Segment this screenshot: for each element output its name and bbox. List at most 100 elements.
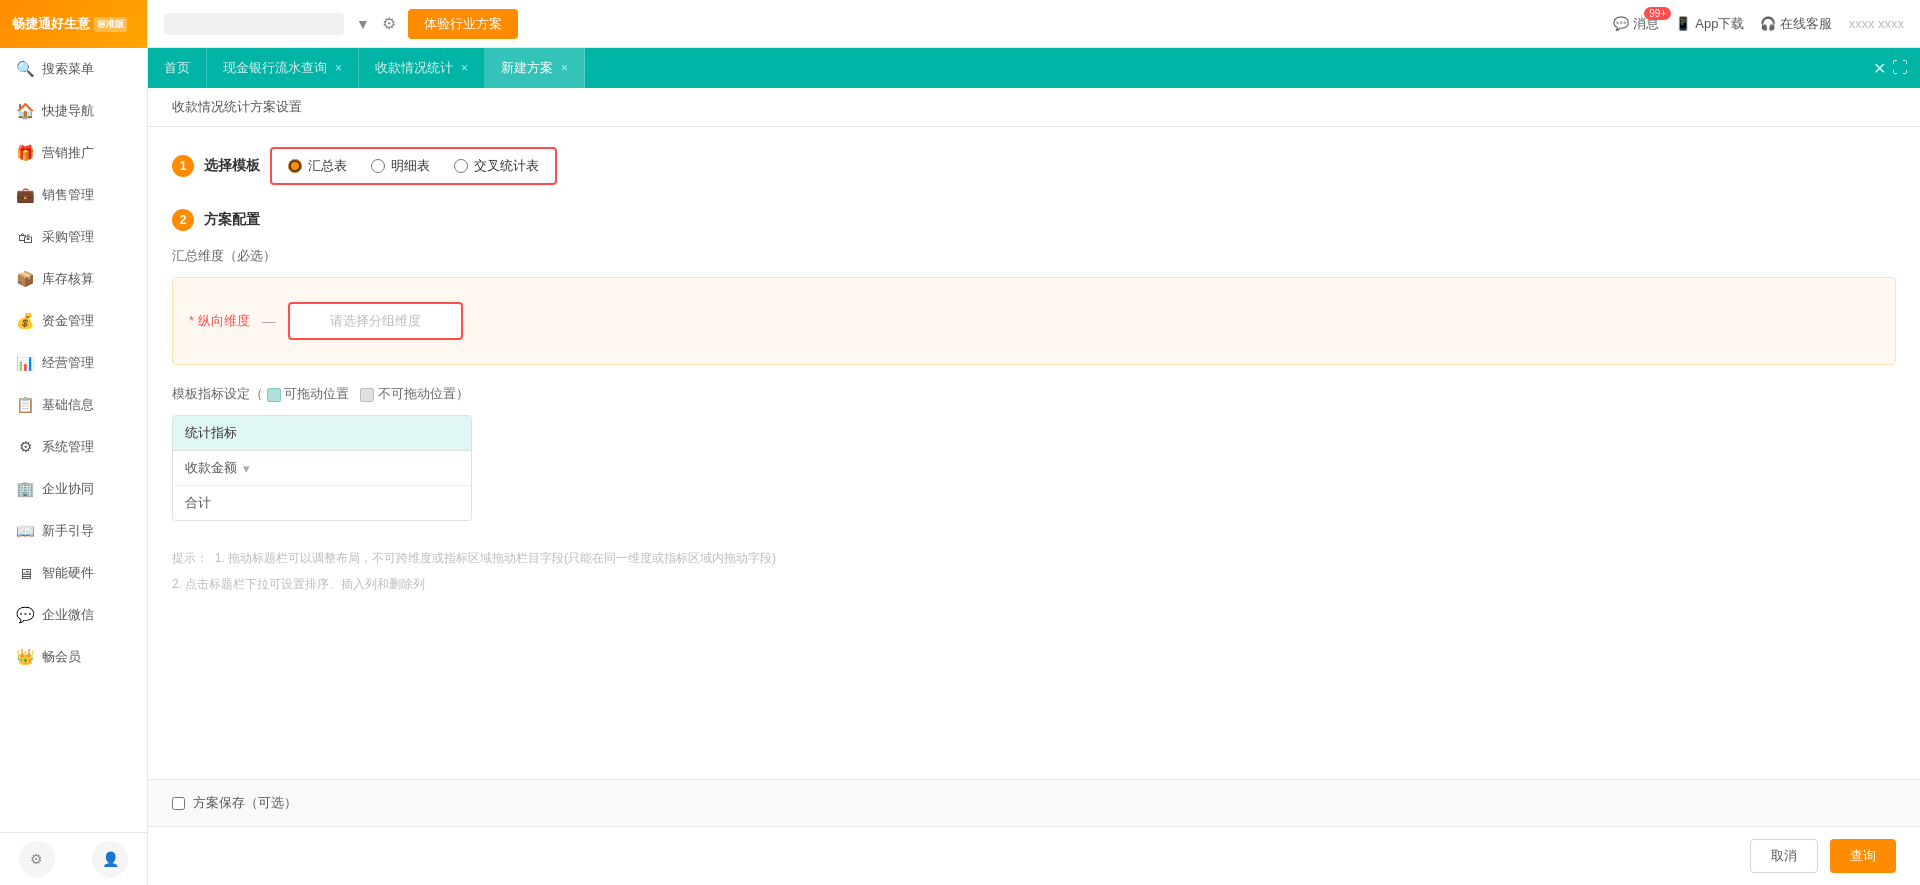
cancel-button[interactable]: 取消 <box>1750 839 1818 873</box>
non-draggable-hint-box <box>360 388 374 402</box>
sidebar-label-quick-nav: 快捷导航 <box>42 102 94 120</box>
content-area: 收款情况统计方案设置 1 选择模板 汇总表 明细表 交叉统计表 2 方案配置 汇总维… <box>148 88 1920 826</box>
topbar-dropdown-btn[interactable]: ▼ <box>356 16 370 32</box>
radio-label-detail: 明细表 <box>391 157 430 175</box>
logo-text: 畅捷通好生意 <box>12 15 90 33</box>
metrics-row-dropdown-icon[interactable]: ▾ <box>243 461 250 476</box>
topbar-right: 💬 消息 99+ 📱 App下载 🎧 在线客服 xxxx xxxx <box>1613 15 1904 33</box>
radio-item-summary[interactable]: 汇总表 <box>288 157 347 175</box>
radio-summary[interactable] <box>288 159 302 173</box>
tips-title: 提示： 1. 拖动标题栏可以调整布局，不可跨维度或指标区域拖动栏目字段(只能在同… <box>172 548 1896 570</box>
sidebar-label-marketing: 营销推广 <box>42 144 94 162</box>
sidebar-icon-marketing: 🎁 <box>16 144 34 162</box>
radio-cross[interactable] <box>454 159 468 173</box>
dimension-row: * 纵向维度 — 请选择分组维度 <box>189 302 1879 340</box>
search-input[interactable] <box>164 13 344 35</box>
sidebar-item-search-menu[interactable]: 🔍 搜索菜单 <box>0 48 147 90</box>
sidebar-bottom-btn-1[interactable]: ⚙ <box>19 841 55 877</box>
sidebar-icon-hardware: 🖥 <box>16 564 34 582</box>
sidebar-nav: 🔍 搜索菜单 🏠 快捷导航 🎁 营销推广 💼销售管理🛍采购管理 📦 库存核算 💰资金管理📊经营管理… <box>0 48 147 832</box>
tab-bank-flow[interactable]: 现金银行流水查询× <box>207 48 359 88</box>
message-btn[interactable]: 💬 消息 99+ <box>1613 15 1659 33</box>
sidebar-label-sales: 销售管理 <box>42 186 94 204</box>
template-radio-group: 汇总表 明细表 交叉统计表 <box>270 147 557 185</box>
sidebar-item-quick-nav[interactable]: 🏠 快捷导航 <box>0 90 147 132</box>
metrics-header: 模板指标设定（ 可拖动位置 不可拖动位置） <box>172 385 1896 403</box>
service-btn[interactable]: 🎧 在线客服 <box>1760 15 1832 33</box>
sidebar-item-member[interactable]: 👑 畅会员 <box>0 636 147 678</box>
sidebar-label-enterprise: 企业协同 <box>42 480 94 498</box>
maximize-icon[interactable]: ⛶ <box>1892 59 1908 77</box>
sidebar-item-hardware[interactable]: 🖥 智能硬件 <box>0 552 147 594</box>
dimension-config: 汇总维度（必选） * 纵向维度 — 请选择分组维度 <box>172 247 1896 365</box>
sidebar-item-operations[interactable]: 📊经营管理 <box>0 342 147 384</box>
save-label: 方案保存（可选） <box>193 794 297 812</box>
sidebar-label-wechat: 企业微信 <box>42 606 94 624</box>
app-download-btn[interactable]: 📱 App下载 <box>1675 15 1744 33</box>
step2-number: 2 <box>172 209 194 231</box>
sidebar-item-guide[interactable]: 📖新手引导 <box>0 510 147 552</box>
step1-section: 1 选择模板 汇总表 明细表 交叉统计表 <box>172 147 1896 185</box>
step1-title: 选择模板 <box>204 157 260 175</box>
breadcrumb: 收款情况统计方案设置 <box>148 88 1920 127</box>
sidebar-label-basic-info: 基础信息 <box>42 396 94 414</box>
vertical-dimension-label: * 纵向维度 <box>189 312 250 330</box>
sidebar-item-sales[interactable]: 💼销售管理 <box>0 174 147 216</box>
sidebar-item-finance[interactable]: 💰资金管理 <box>0 300 147 342</box>
sidebar-icon-inventory: 📦 <box>16 270 34 288</box>
tab-close-bank-flow[interactable]: × <box>335 61 342 75</box>
sidebar-item-system[interactable]: ⚙系统管理 <box>0 426 147 468</box>
sidebar-item-wechat[interactable]: 💬 企业微信 <box>0 594 147 636</box>
sidebar-icon-enterprise: 🏢 <box>16 480 34 498</box>
dimension-area: * 纵向维度 — 请选择分组维度 <box>172 277 1896 365</box>
sidebar-icon-search-menu: 🔍 <box>16 60 34 78</box>
tab-close-collection-stats[interactable]: × <box>461 61 468 75</box>
sidebar-icon-guide: 📖 <box>16 522 34 540</box>
step2-title: 方案配置 <box>204 211 260 229</box>
gear-icon[interactable]: ⚙ <box>382 14 396 33</box>
tab-home[interactable]: 首页 <box>148 48 207 88</box>
close-window-icon[interactable]: ✕ <box>1873 59 1886 78</box>
dimension-select[interactable]: 请选择分组维度 <box>288 302 463 340</box>
sidebar-label-hardware: 智能硬件 <box>42 564 94 582</box>
tab-new-plan[interactable]: 新建方案 × <box>485 48 585 88</box>
metrics-row: 收款金额 ▾ <box>173 451 471 486</box>
sidebar-item-inventory[interactable]: 📦 库存核算 <box>0 258 147 300</box>
step2-header: 2 方案配置 <box>172 209 1896 231</box>
sidebar-item-basic-info[interactable]: 📋基础信息 <box>0 384 147 426</box>
sidebar-icon-member: 👑 <box>16 648 34 666</box>
tab-collection-stats[interactable]: 收款情况统计× <box>359 48 485 88</box>
sidebar-icon-quick-nav: 🏠 <box>16 102 34 120</box>
radio-item-cross[interactable]: 交叉统计表 <box>454 157 539 175</box>
step1-number: 1 <box>172 155 194 177</box>
sidebar-icon-operations: 📊 <box>16 354 34 372</box>
save-section: 方案保存（可选） <box>148 779 1920 826</box>
sidebar-icon-purchase: 🛍 <box>16 228 34 246</box>
app-icon: 📱 <box>1675 16 1691 31</box>
tab-close-new-plan[interactable]: × <box>561 61 568 75</box>
tips-section: 提示： 1. 拖动标题栏可以调整布局，不可跨维度或指标区域拖动栏目字段(只能在同… <box>172 548 1896 595</box>
message-badge: 99+ <box>1644 7 1671 20</box>
main-area: ▼ ⚙ 体验行业方案 💬 消息 99+ 📱 App下载 🎧 在线客服 xxxx … <box>148 0 1920 885</box>
trial-btn[interactable]: 体验行业方案 <box>408 9 518 39</box>
sidebar-label-search-menu: 搜索菜单 <box>42 60 94 78</box>
sidebar-item-purchase[interactable]: 🛍采购管理 <box>0 216 147 258</box>
dimension-arrow: — <box>262 313 276 329</box>
sidebar-label-member: 畅会员 <box>42 648 81 666</box>
logo-tag: 标准版 <box>94 17 127 32</box>
sidebar-item-enterprise[interactable]: 🏢 企业协同 <box>0 468 147 510</box>
radio-item-detail[interactable]: 明细表 <box>371 157 430 175</box>
metrics-section: 模板指标设定（ 可拖动位置 不可拖动位置） 统计指标 收款金额 ▾合计 <box>172 385 1896 524</box>
topbar: ▼ ⚙ 体验行业方案 💬 消息 99+ 📱 App下载 🎧 在线客服 xxxx … <box>148 0 1920 48</box>
sidebar-icon-wechat: 💬 <box>16 606 34 624</box>
sidebar-item-marketing[interactable]: 🎁 营销推广 <box>0 132 147 174</box>
sidebar-label-inventory: 库存核算 <box>42 270 94 288</box>
save-checkbox[interactable] <box>172 797 185 810</box>
metrics-row-label: 收款金额 ▾ <box>185 459 250 477</box>
query-button[interactable]: 查询 <box>1830 839 1896 873</box>
radio-detail[interactable] <box>371 159 385 173</box>
sidebar-bottom-btn-2[interactable]: 👤 <box>92 841 128 877</box>
tab-label-new-plan: 新建方案 <box>501 59 553 77</box>
footer: 取消 查询 <box>148 826 1920 885</box>
sidebar-label-system: 系统管理 <box>42 438 94 456</box>
